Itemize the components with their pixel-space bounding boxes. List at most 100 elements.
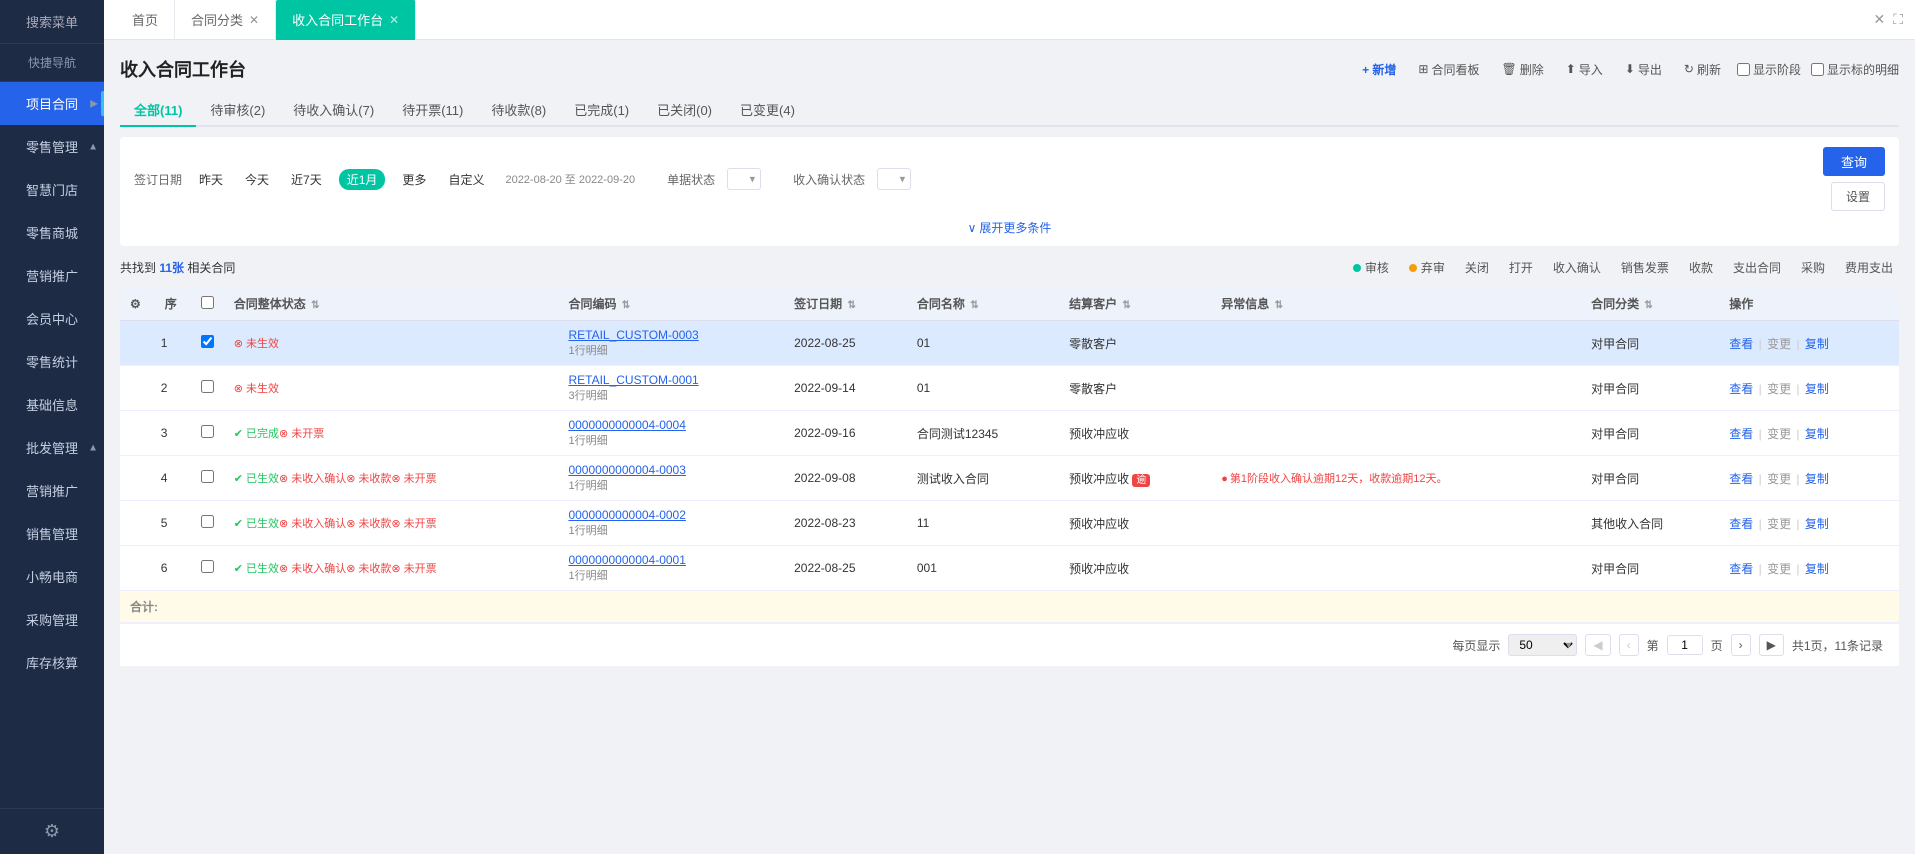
view-button[interactable]: 查看 <box>1729 382 1753 396</box>
select-all-checkbox[interactable] <box>201 296 214 309</box>
row-checkbox[interactable] <box>201 560 214 573</box>
tab-contract-type[interactable]: 合同分类 ✕ <box>175 0 276 40</box>
delete-button[interactable]: 🗑 删除 <box>1495 58 1549 81</box>
filter-tab-closed[interactable]: 已关闭(0) <box>643 94 726 127</box>
sidebar-item-marketing[interactable]: 营销推广 <box>0 254 104 297</box>
next-page-button[interactable]: › <box>1731 634 1751 656</box>
sidebar-search[interactable]: 搜索菜单 <box>0 0 104 44</box>
open-button[interactable]: 打开 <box>1503 256 1539 279</box>
row-checkbox[interactable] <box>201 380 214 393</box>
show-details-checkbox[interactable] <box>1811 63 1824 76</box>
sidebar-item-basic-info[interactable]: 基础信息 <box>0 383 104 426</box>
close-window-button[interactable]: ✕ <box>1873 11 1885 28</box>
contract-code-link[interactable]: 0000000000004-0001 <box>568 553 685 567</box>
contract-code-link[interactable]: RETAIL_CUSTOM-0003 <box>568 328 698 342</box>
page-size-select[interactable]: 20 50 100 200 <box>1508 634 1577 656</box>
sidebar-item-smart-store[interactable]: 智慧门店 <box>0 168 104 211</box>
sidebar-item-xiaochang[interactable]: 小畅电商 <box>0 555 104 598</box>
tab-income-workbench[interactable]: 收入合同工作台 ✕ <box>276 0 416 40</box>
maximize-window-button[interactable]: ⛶ <box>1893 11 1903 28</box>
contract-code-link[interactable]: 0000000000004-0004 <box>568 418 685 432</box>
change-button[interactable]: 变更 <box>1767 562 1791 576</box>
view-button[interactable]: 查看 <box>1729 337 1753 351</box>
sidebar-item-retail-stat[interactable]: 零售统计 <box>0 340 104 383</box>
audit-button[interactable]: 审核 <box>1347 256 1395 279</box>
sidebar-item-marketing2[interactable]: 营销推广 <box>0 469 104 512</box>
filter-tab-all[interactable]: 全部(11) <box>120 94 196 127</box>
sidebar-item-sales-mgmt[interactable]: 销售管理 <box>0 512 104 555</box>
change-button[interactable]: 变更 <box>1767 427 1791 441</box>
setting-button[interactable]: 设置 <box>1831 182 1885 211</box>
copy-button[interactable]: 复制 <box>1805 517 1829 531</box>
tab-home[interactable]: 首页 <box>116 0 175 40</box>
sidebar-item-inventory[interactable]: 库存核算 <box>0 641 104 684</box>
change-button[interactable]: 变更 <box>1767 472 1791 486</box>
kanban-button[interactable]: ⊞ 合同看板 <box>1412 58 1485 81</box>
last-page-button[interactable]: ▶ <box>1759 634 1784 656</box>
filter-tab-completed[interactable]: 已完成(1) <box>560 94 643 127</box>
copy-button[interactable]: 复制 <box>1805 472 1829 486</box>
sidebar-item-project[interactable]: 项目合同 ▶ <box>0 82 104 125</box>
filter-tab-pending-payment[interactable]: 待收款(8) <box>477 94 560 127</box>
prev-page-button[interactable]: ‹ <box>1619 634 1639 656</box>
copy-button[interactable]: 复制 <box>1805 562 1829 576</box>
filter-custom[interactable]: 自定义 <box>443 169 489 190</box>
close-icon[interactable]: ✕ <box>249 13 259 27</box>
close-icon[interactable]: ✕ <box>389 13 399 27</box>
filter-week[interactable]: 近7天 <box>286 169 327 190</box>
filter-month[interactable]: 近1月 <box>339 169 386 190</box>
import-button[interactable]: ⬆ 导入 <box>1560 58 1609 81</box>
view-button[interactable]: 查看 <box>1729 562 1753 576</box>
filter-tab-pending-audit[interactable]: 待审核(2) <box>196 94 279 127</box>
add-button[interactable]: + 新增 <box>1356 58 1402 81</box>
filter-more[interactable]: 更多 <box>397 169 431 190</box>
contract-code-link[interactable]: RETAIL_CUSTOM-0001 <box>568 373 698 387</box>
sidebar-quick-nav[interactable]: 快捷导航 <box>0 44 104 82</box>
sidebar-item-retail-mgmt[interactable]: 零售管理 ▲ <box>0 125 104 168</box>
sidebar-item-member[interactable]: 会员中心 <box>0 297 104 340</box>
close-button[interactable]: 关闭 <box>1459 256 1495 279</box>
gear-icon[interactable]: ⚙ <box>44 821 60 842</box>
expense-contract-button[interactable]: 支出合同 <box>1727 256 1787 279</box>
page-input[interactable] <box>1667 635 1703 655</box>
income-confirm-button[interactable]: 收入确认 <box>1547 256 1607 279</box>
query-button[interactable]: 查询 <box>1823 147 1885 176</box>
show-details-check[interactable]: 显示标的明细 <box>1811 61 1899 78</box>
sidebar-item-wholesale[interactable]: 批发管理 ▲ <box>0 426 104 469</box>
show-fields-checkbox[interactable] <box>1737 63 1750 76</box>
change-button[interactable]: 变更 <box>1767 517 1791 531</box>
sales-invoice-button[interactable]: 销售发票 <box>1615 256 1675 279</box>
row-checkbox[interactable] <box>201 425 214 438</box>
income-status-select[interactable] <box>877 168 911 190</box>
doc-status-select[interactable] <box>727 168 761 190</box>
row-checkbox[interactable] <box>201 470 214 483</box>
copy-button[interactable]: 复制 <box>1805 337 1829 351</box>
purchase-button[interactable]: 采购 <box>1795 256 1831 279</box>
show-fields-check[interactable]: 显示阶段 <box>1737 61 1801 78</box>
sidebar-item-retail-mall[interactable]: 零售商城 <box>0 211 104 254</box>
view-button[interactable]: 查看 <box>1729 427 1753 441</box>
abandon-button[interactable]: 弃审 <box>1403 256 1451 279</box>
contract-code-link[interactable]: 0000000000004-0003 <box>568 463 685 477</box>
row-checkbox[interactable] <box>201 515 214 528</box>
copy-button[interactable]: 复制 <box>1805 382 1829 396</box>
view-button[interactable]: 查看 <box>1729 472 1753 486</box>
expand-filters-button[interactable]: ∨ 展开更多条件 <box>968 219 1052 236</box>
change-button[interactable]: 变更 <box>1767 382 1791 396</box>
change-button[interactable]: 变更 <box>1767 337 1791 351</box>
fee-expense-button[interactable]: 费用支出 <box>1839 256 1899 279</box>
filter-yesterday[interactable]: 昨天 <box>194 169 228 190</box>
th-settings[interactable]: ⚙ <box>120 287 151 321</box>
contract-code-link[interactable]: 0000000000004-0002 <box>568 508 685 522</box>
refresh-button[interactable]: ↻ 刷新 <box>1678 58 1727 81</box>
row-checkbox[interactable] <box>201 335 214 348</box>
filter-tab-pending-income[interactable]: 待收入确认(7) <box>279 94 388 127</box>
sidebar-item-purchase[interactable]: 采购管理 <box>0 598 104 641</box>
filter-today[interactable]: 今天 <box>240 169 274 190</box>
view-button[interactable]: 查看 <box>1729 517 1753 531</box>
export-button[interactable]: ⬇ 导出 <box>1619 58 1668 81</box>
payment-button[interactable]: 收款 <box>1683 256 1719 279</box>
copy-button[interactable]: 复制 <box>1805 427 1829 441</box>
first-page-button[interactable]: ◀ <box>1585 634 1610 656</box>
filter-tab-pending-invoice[interactable]: 待开票(11) <box>388 94 477 127</box>
